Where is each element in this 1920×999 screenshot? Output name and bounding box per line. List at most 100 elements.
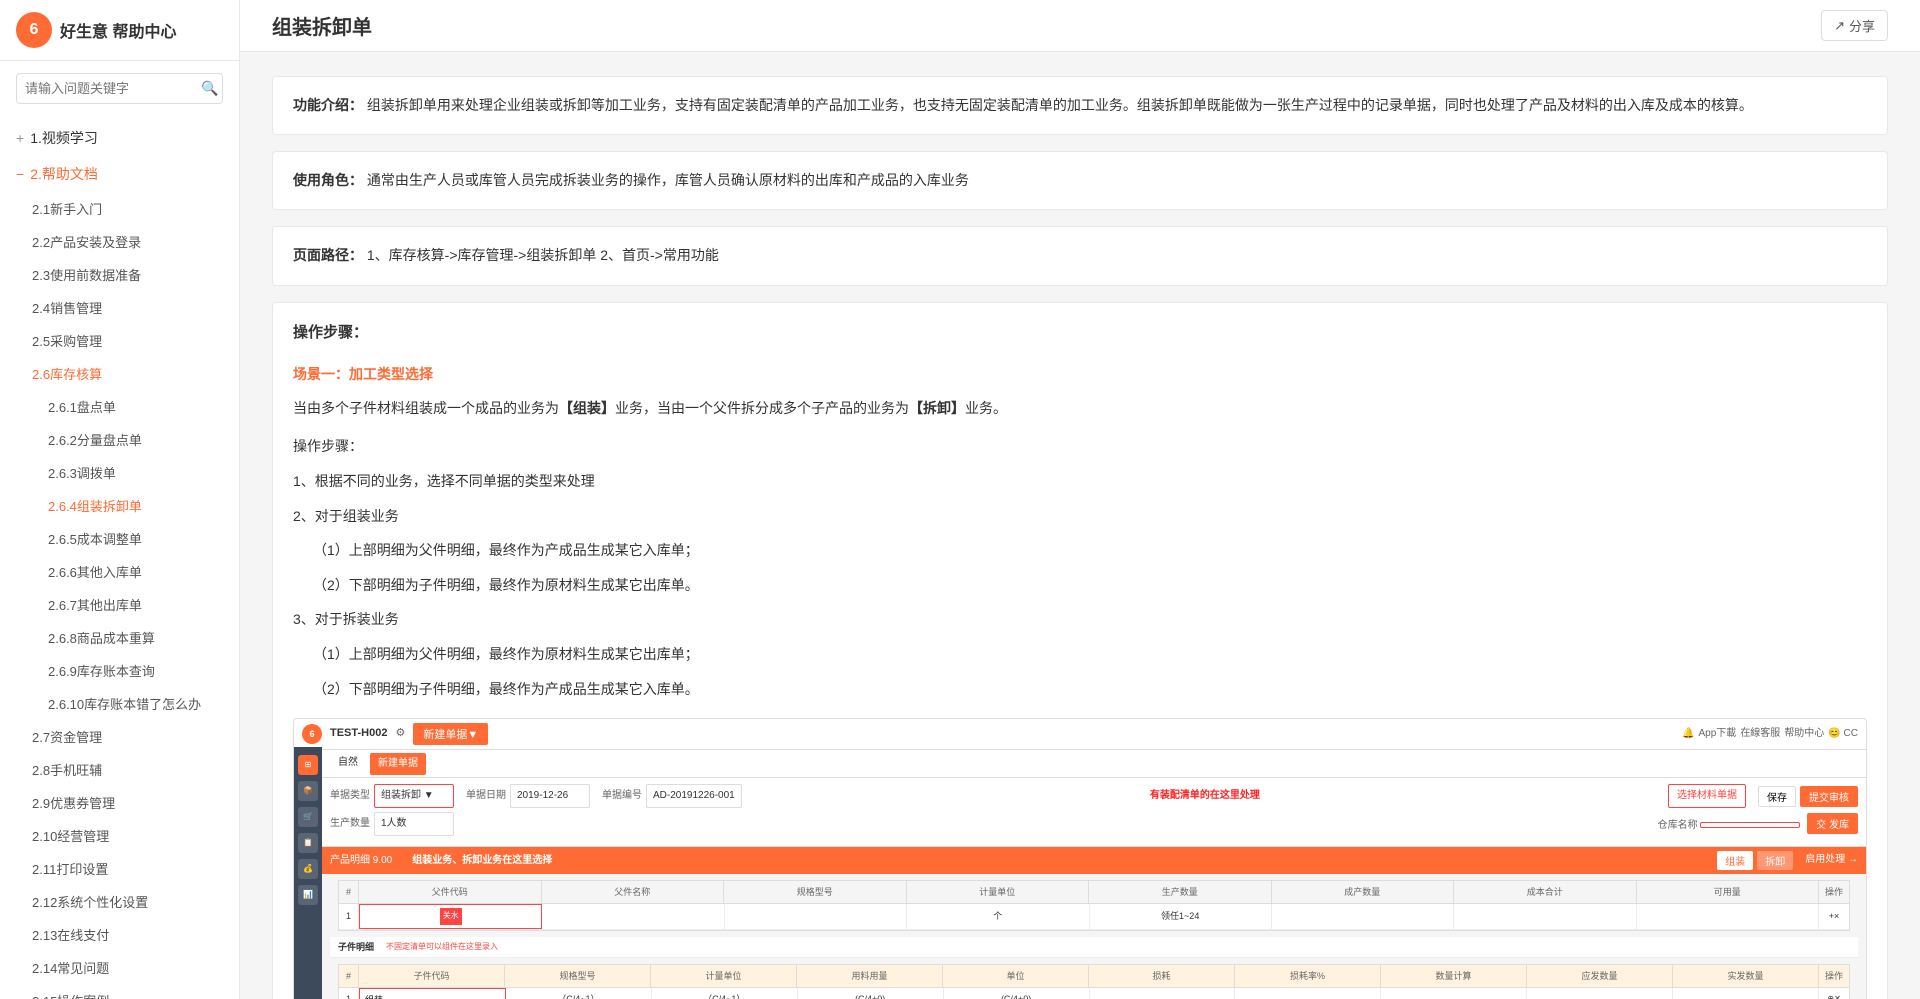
- sim-table1-row1: 1 关水 个 领任1~24: [339, 904, 1849, 929]
- sim-row-del-icon[interactable]: ×: [1834, 908, 1839, 924]
- sim-new-record-btn[interactable]: 新建单据▼: [413, 723, 488, 745]
- sim-t2-th-qty-calc: 数量计算: [1381, 965, 1527, 987]
- sim-topbar: 6 TEST-H002 ⚙ 新建单据▼ 🔔 App下載 在線客服 帮助中心 😊 …: [294, 719, 1866, 750]
- sim-t2-th-spec: 规格型号: [505, 965, 651, 987]
- sim-enable-label: 启用处理 →: [1805, 851, 1858, 870]
- sim-no-label: 单据编号: [602, 787, 642, 805]
- sim-t2-th-child-code: 子件代码: [359, 965, 505, 987]
- sidebar: 6 好生意 帮助中心 🔍 + 1.视频学习 − 2.帮助文档 2.1新手入门 2…: [0, 0, 240, 999]
- sidebar-sub-stock-query[interactable]: 2.6.9库存账本查询: [0, 654, 239, 687]
- sidebar-item-video[interactable]: + 1.视频学习: [0, 120, 239, 156]
- sim-t2-th-loss-rate: 损耗率%: [1235, 965, 1381, 987]
- sim-layout: ⊞ 📦 🛒 📋 💰 📊 ⚙: [294, 750, 1866, 999]
- sim-tab-new[interactable]: 新建单据: [370, 753, 426, 775]
- app-logo: 6: [16, 12, 52, 48]
- search-icon[interactable]: 🔍: [201, 80, 218, 97]
- sidebar-sub-sales[interactable]: 2.4销售管理: [0, 291, 239, 324]
- sidebar-sub-adjust[interactable]: 2.6.3调拨单: [0, 456, 239, 489]
- sim-disassembly-btn[interactable]: 拆卸: [1757, 851, 1793, 870]
- sim-form-row-2: 生产数量 1人数 仓库名称 交 发库: [330, 812, 1858, 836]
- sidebar-sub-newbie[interactable]: 2.1新手入门: [0, 192, 239, 225]
- sim-t2-r1-code-input[interactable]: [364, 993, 501, 999]
- sim-t2-r1-spec: （C/4~1）: [506, 988, 652, 999]
- sidebar-sub-mobile[interactable]: 2.8手机旺辅: [0, 753, 239, 786]
- sim-td-1-complete: [1272, 904, 1454, 928]
- feature-intro-label: 功能介绍：: [293, 97, 363, 113]
- sim-td-1-name: [542, 904, 724, 928]
- sim-qty-label: 生产数量: [330, 815, 370, 833]
- sim-assembly-label: 组装业务、拆卸业务在这里选择: [412, 852, 552, 870]
- sim-t2-r1-unit2: (C/4+0): [944, 988, 1090, 999]
- sim-btn-save[interactable]: 保存: [1758, 786, 1796, 807]
- sidebar-sub-install[interactable]: 2.2产品安装及登录: [0, 225, 239, 258]
- sidebar-sub-split-check[interactable]: 2.6.2分量盘点单: [0, 423, 239, 456]
- sidebar-sub-stock-check[interactable]: 2.6.1盘点单: [0, 390, 239, 423]
- sim-table1-header: # 父件代码 父件名称 规格型号 计量单位 生产数量 成产数量 成本合计 可用量: [339, 881, 1849, 904]
- sidebar-sub-other-out[interactable]: 2.6.7其他出库单: [0, 588, 239, 621]
- sim-t2-th-num: #: [339, 965, 359, 987]
- screenshot-container: 6 TEST-H002 ⚙ 新建单据▼ 🔔 App下載 在線客服 帮助中心 😊 …: [293, 718, 1867, 999]
- sim-tab-home[interactable]: 自然: [330, 750, 366, 777]
- sim-apps-icon: App下載: [1699, 725, 1737, 743]
- sim-date-input[interactable]: 2019-12-26: [510, 784, 590, 808]
- sim-t2-r1-copy-icon[interactable]: ⊕: [1827, 992, 1834, 999]
- sidebar-sub-cases[interactable]: 2.15操作案例: [0, 984, 239, 999]
- search-box[interactable]: 🔍: [16, 73, 223, 104]
- sidebar-sub-faq[interactable]: 2.14常见问题: [0, 951, 239, 984]
- sidebar-sub-online-pay[interactable]: 2.13在线支付: [0, 918, 239, 951]
- share-button[interactable]: ↗ 分享: [1821, 10, 1888, 41]
- sidebar-sub-account-err[interactable]: 2.6.10库存账本错了怎么办: [0, 687, 239, 720]
- sidebar-sub-personal[interactable]: 2.12系统个性化设置: [0, 885, 239, 918]
- sidebar-sub-goods-cost[interactable]: 2.6.8商品成本重算: [0, 621, 239, 654]
- sim-assembly-btn[interactable]: 组装: [1717, 851, 1753, 870]
- sim-td-1-num: 1: [339, 904, 359, 928]
- steps-block: 操作步骤： 场景一：加工类型选择 当由多个子件材料组装成一个成品的业务为【组装】…: [272, 302, 1888, 999]
- sim-table1: # 父件代码 父件名称 规格型号 计量单位 生产数量 成产数量 成本合计 可用量: [338, 880, 1850, 931]
- sidebar-sub-other-in[interactable]: 2.6.6其他入库单: [0, 555, 239, 588]
- sim-form-area: 单据类型 组装拆卸 ▼ 单据日期 2019-12-26 单据编号: [322, 778, 1866, 847]
- sim-nav-bar: 自然 新建单据: [322, 750, 1866, 778]
- sim-t2-r1-del-icon[interactable]: ✕: [1834, 992, 1841, 999]
- scene1-description: 当由多个子件材料组装成一个成品的业务为【组装】业务，当由一个父件拆分成多个子产品…: [293, 395, 1867, 422]
- sim-th-ops: 操作: [1819, 881, 1849, 903]
- sim-table2: # 子件代码 规格型号 计量单位 用料用量 单位 损耗 损耗率% 数量计算: [338, 964, 1850, 999]
- search-input[interactable]: [25, 81, 201, 96]
- sim-qty-input[interactable]: 1人数: [374, 812, 454, 836]
- sim-date-label: 单据日期: [466, 787, 506, 805]
- content-area: 功能介绍： 组装拆卸单用来处理企业组装或拆卸等加工业务，支持有固定装配清单的产品…: [240, 52, 1920, 999]
- sim-type-toggle: 组装 拆卸 启用处理 →: [1717, 851, 1858, 870]
- sidebar-sub-ops[interactable]: 2.10经营管理: [0, 819, 239, 852]
- sidebar-sub-cost-adjust[interactable]: 2.6.5成本调整单: [0, 522, 239, 555]
- sidebar-sub-data-prep[interactable]: 2.3使用前数据准备: [0, 258, 239, 291]
- sidebar-sub-finance[interactable]: 2.7资金管理: [0, 720, 239, 753]
- sim-no-input[interactable]: AD-20191226-001: [646, 784, 742, 808]
- sim-t2-th-ops: 操作: [1819, 965, 1849, 987]
- sim-th-cost-total: 成本合计: [1454, 881, 1637, 903]
- sim-th-unit: 计量单位: [907, 881, 1090, 903]
- sim-choose-material-btn[interactable]: 选择材料单据: [1668, 784, 1746, 808]
- sim-t2-r1-loss-rate: [1235, 988, 1381, 999]
- sim-t2-r1-should: [1527, 988, 1673, 999]
- sidebar-sub-inventory[interactable]: 2.6库存核算: [0, 357, 239, 390]
- sim-sidebar-inventory: 📦: [298, 781, 318, 801]
- role-text: 通常由生产人员或库管人员完成拆装业务的操作，库管人员确认原材料的出库和产成品的入…: [367, 172, 969, 188]
- nav-section: + 1.视频学习 − 2.帮助文档 2.1新手入门 2.2产品安装及登录 2.3…: [0, 116, 239, 999]
- sim-warehouse-input[interactable]: [1700, 822, 1800, 828]
- sim-confirm-btn[interactable]: 交 发库: [1807, 813, 1858, 834]
- sidebar-sub-assemble[interactable]: 2.6.4组装拆卸单: [0, 489, 239, 522]
- step3-text: 3、对于拆装业务: [293, 606, 1867, 633]
- sidebar-item-docs[interactable]: − 2.帮助文档: [0, 156, 239, 192]
- sim-td-1-unit: 个: [907, 904, 1089, 928]
- sim-type-input[interactable]: 组装拆卸 ▼: [374, 784, 454, 808]
- sim-app-title: TEST-H002: [330, 724, 387, 744]
- sim-th-num: #: [339, 881, 359, 903]
- sim-t2-r1-loss: [1090, 988, 1236, 999]
- sim-sidebar-strip: ⊞ 📦 🛒 📋 💰 📊 ⚙: [294, 747, 322, 999]
- sim-field-date: 单据日期 2019-12-26: [466, 784, 590, 808]
- sidebar-sub-print[interactable]: 2.11打印设置: [0, 852, 239, 885]
- sim-t2-th-usage-qty: 用料用量: [797, 965, 943, 987]
- sidebar-sub-coupon[interactable]: 2.9优惠券管理: [0, 786, 239, 819]
- main-area: 组装拆卸单 ↗ 分享 功能介绍： 组装拆卸单用来处理企业组装或拆卸等加工业务，支…: [240, 0, 1920, 999]
- sim-btn-submit[interactable]: 提交审核: [1800, 786, 1858, 807]
- sidebar-sub-purchase[interactable]: 2.5采购管理: [0, 324, 239, 357]
